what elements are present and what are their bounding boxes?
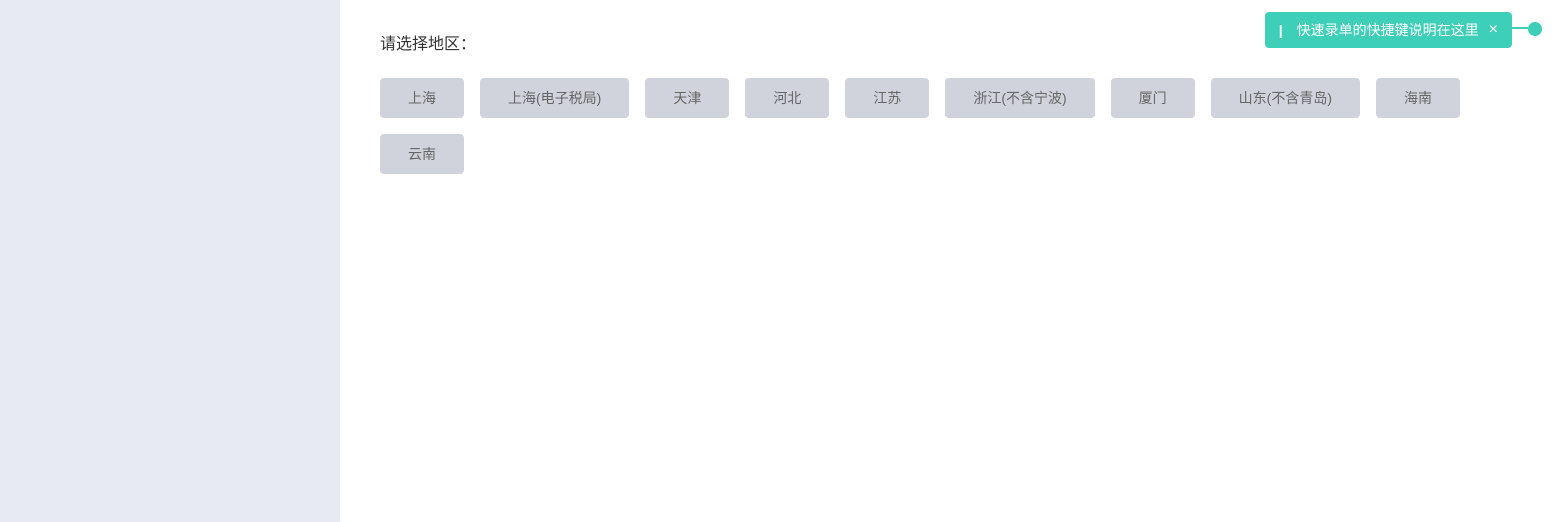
region-button-shanghai-etax[interactable]: 上海(电子税局) bbox=[480, 78, 629, 118]
region-button-jiangsu[interactable]: 江苏 bbox=[845, 78, 929, 118]
region-buttons: 上海上海(电子税局) 天津河北江苏浙江(不含宁波) 厦门山东(不含青岛) 海南云南 bbox=[380, 78, 1522, 174]
region-button-shanghai[interactable]: 上海 bbox=[380, 78, 464, 118]
region-button-xiamen[interactable]: 厦门 bbox=[1111, 78, 1195, 118]
tooltip-text: 快速录单的快捷键说明在这里 bbox=[1297, 20, 1479, 40]
tooltip-dot bbox=[1528, 22, 1542, 36]
main-content: 请选择地区： 上海上海(电子税局)天津河北江苏浙江(不含宁波)厦门山东(不含青岛… bbox=[340, 0, 1562, 522]
tooltip-banner: 快速录单的快捷键说明在这里 × bbox=[1265, 12, 1512, 48]
tooltip-line bbox=[1510, 27, 1528, 29]
region-button-hainan[interactable]: 海南 bbox=[1376, 78, 1460, 118]
region-button-yunnan[interactable]: 云南 bbox=[380, 134, 464, 174]
tooltip-close-button[interactable]: × bbox=[1489, 22, 1498, 38]
region-button-shandong[interactable]: 山东(不含青岛) bbox=[1211, 78, 1360, 118]
region-button-hebei[interactable]: 河北 bbox=[745, 78, 829, 118]
region-button-zhejiang[interactable]: 浙江(不含宁波) bbox=[945, 78, 1094, 118]
region-button-tianjin[interactable]: 天津 bbox=[645, 78, 729, 118]
sidebar bbox=[0, 0, 340, 522]
